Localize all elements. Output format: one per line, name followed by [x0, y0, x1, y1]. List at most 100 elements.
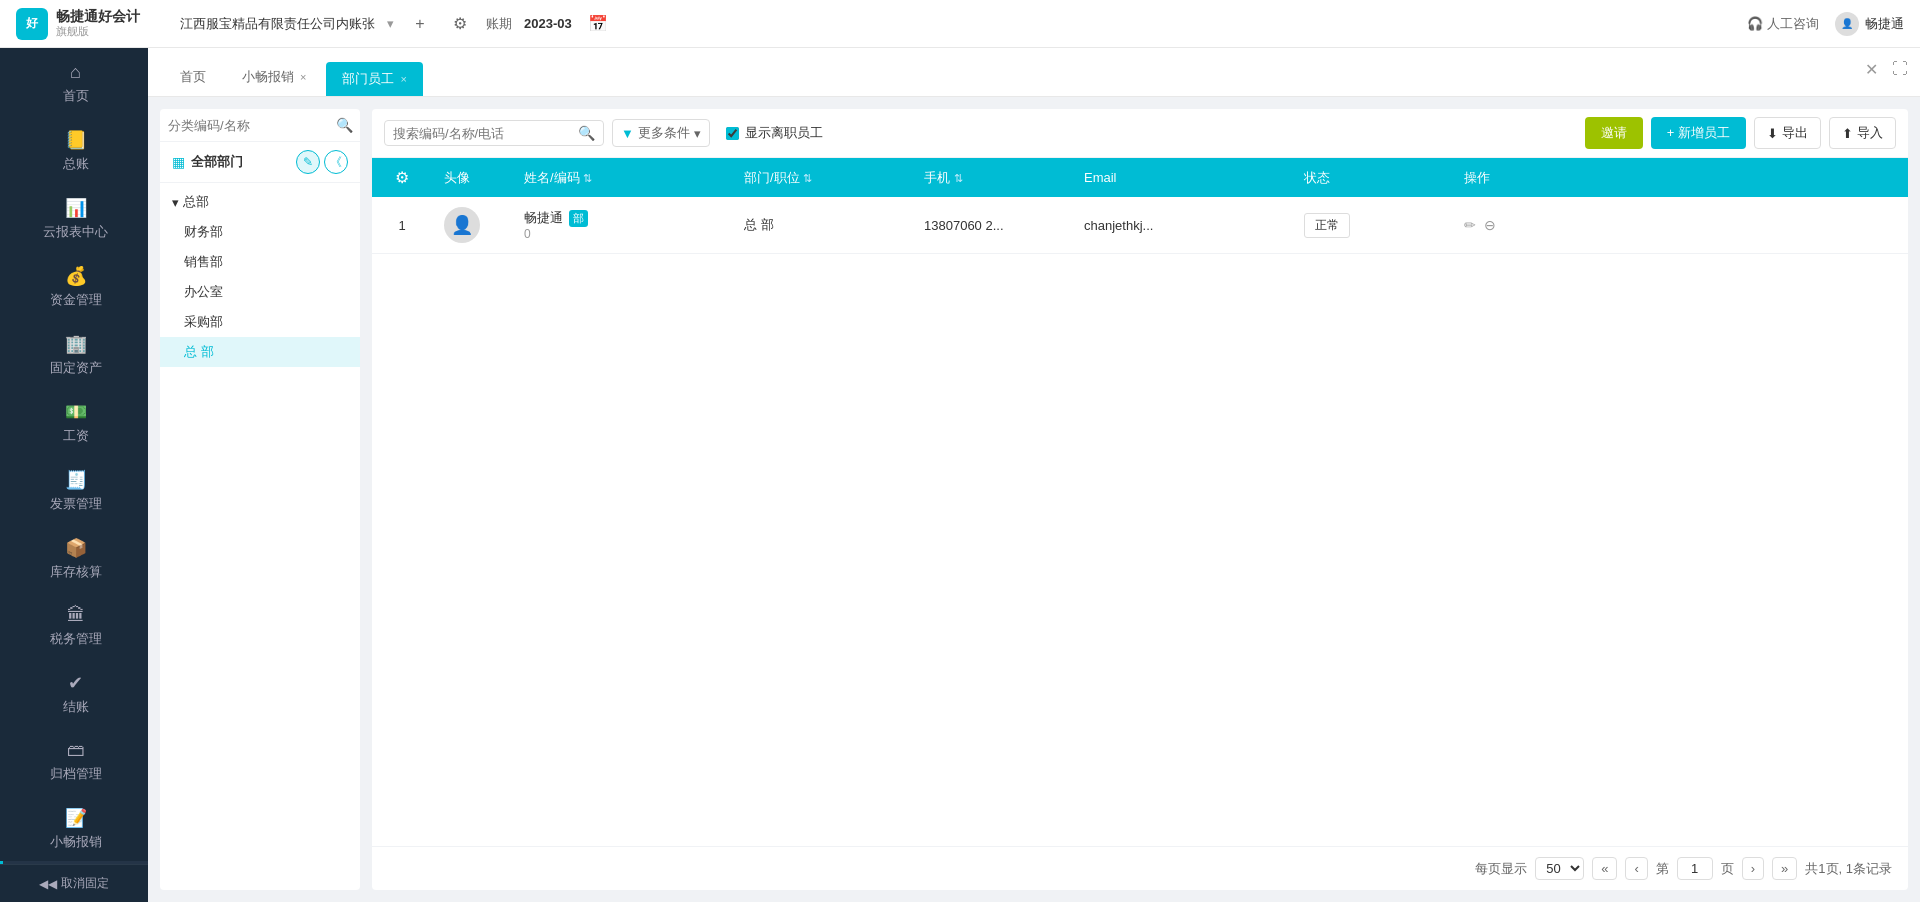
dept-node-sales[interactable]: 销售部 [160, 247, 360, 277]
prev-page-btn[interactable]: ‹ [1625, 857, 1647, 880]
unpin-sidebar-btn[interactable]: ◀◀ 取消固定 [0, 864, 148, 902]
dept-node-zongbu-parent[interactable]: ▾ 总部 [160, 187, 360, 217]
dept-search-input[interactable] [168, 118, 336, 133]
sidebar-label-payroll: 工资 [63, 427, 89, 445]
import-icon: ⬆ [1842, 126, 1853, 141]
company-name: 江西服宝精品有限责任公司内账张 [180, 15, 375, 33]
sidebar-item-home[interactable]: ⌂ 首页 [0, 48, 148, 115]
top-bar-center: 江西服宝精品有限责任公司内账张 ▾ + ⚙ 账期 2023-03 📅 [164, 10, 1747, 38]
calendar-icon[interactable]: 📅 [584, 10, 612, 38]
th-name[interactable]: 姓名/编码 ⇅ [512, 158, 732, 197]
action-icons: ✏ ⊖ [1464, 217, 1896, 233]
expand-content-btn[interactable]: ⛶ [1888, 56, 1912, 83]
sidebar-item-tax[interactable]: 🏛 税务管理 [0, 591, 148, 658]
sidebar-label-inventory: 库存核算 [50, 563, 102, 581]
tab-expense-close[interactable]: × [300, 71, 306, 83]
search-box: 🔍 [384, 120, 604, 146]
add-employee-btn[interactable]: + 新增员工 [1651, 117, 1746, 149]
sidebar-item-expense[interactable]: 📝 小畅报销 [0, 793, 148, 861]
headset-icon: 🎧 [1747, 16, 1763, 31]
add-dept-btn[interactable]: ✎ [296, 150, 320, 174]
archive-icon: 🗃 [67, 740, 85, 761]
sidebar-item-payroll[interactable]: 💵 工资 [0, 387, 148, 455]
page-input[interactable] [1677, 857, 1713, 880]
app-edition: 旗舰版 [56, 24, 140, 39]
payroll-icon: 💵 [65, 401, 87, 423]
export-icon: ⬇ [1767, 126, 1778, 141]
dept-search-icon[interactable]: 🔍 [336, 117, 353, 133]
first-page-btn[interactable]: « [1592, 857, 1617, 880]
dept-node-zongbu-active[interactable]: 总 部 [160, 337, 360, 367]
show-resigned-area: 显示离职员工 [726, 124, 823, 142]
user-avatar: 👤 [1835, 12, 1859, 36]
sidebar-item-general-ledger[interactable]: 📒 总账 [0, 115, 148, 183]
period-value: 2023-03 [524, 16, 572, 31]
employee-panel: 🔍 ▼ 更多条件 ▾ 显示离职员工 邀请 + 新增员工 [372, 109, 1908, 890]
tab-home[interactable]: 首页 [164, 60, 222, 96]
sidebar-item-fixed-assets[interactable]: 🏢 固定资产 [0, 319, 148, 387]
sidebar-label-ledger: 总账 [63, 155, 89, 173]
company-dropdown-icon[interactable]: ▾ [387, 16, 394, 31]
sidebar-item-fund[interactable]: 💰 资金管理 [0, 251, 148, 319]
dept-node-label-zongbu: 总 部 [184, 343, 214, 361]
page-label: 第 [1656, 860, 1669, 878]
export-label: 导出 [1782, 124, 1808, 142]
tab-dept-label: 部门员工 [342, 70, 394, 88]
dept-tree: ▾ 总部 财务部 销售部 办公室 采购部 [160, 183, 360, 890]
import-label: 导入 [1857, 124, 1883, 142]
edit-employee-icon[interactable]: ✏ [1464, 217, 1476, 233]
dept-node-finance[interactable]: 财务部 [160, 217, 360, 247]
pagination: 每页显示 50 « ‹ 第 页 › » 共1页, 1条记录 [372, 846, 1908, 890]
sidebar-item-close-account[interactable]: ✔ 结账 [0, 658, 148, 726]
settings-icon[interactable]: ⚙ [446, 10, 474, 38]
pin-label: 取消固定 [61, 875, 109, 892]
service-btn[interactable]: 🎧 人工咨询 [1747, 15, 1819, 33]
employee-avatar: 👤 [444, 207, 480, 243]
sidebar-item-cloud-report[interactable]: 📊 云报表中心 [0, 183, 148, 251]
remove-employee-icon[interactable]: ⊖ [1484, 217, 1496, 233]
close-account-icon: ✔ [68, 672, 83, 694]
per-page-select[interactable]: 50 [1535, 857, 1584, 880]
show-resigned-checkbox[interactable] [726, 127, 739, 140]
sidebar-item-archive[interactable]: 🗃 归档管理 [0, 726, 148, 793]
tab-dept-employee[interactable]: 部门员工 × [326, 62, 422, 96]
filter-more-btn[interactable]: ▼ 更多条件 ▾ [612, 119, 710, 147]
tab-dept-close[interactable]: × [400, 73, 406, 85]
sidebar-label-report: 云报表中心 [43, 223, 108, 241]
dept-node-label-sales: 销售部 [184, 253, 223, 271]
export-btn[interactable]: ⬇ 导出 [1754, 117, 1821, 149]
import-btn[interactable]: ⬆ 导入 [1829, 117, 1896, 149]
th-dept[interactable]: 部门/职位 ⇅ [732, 158, 912, 197]
last-page-btn[interactable]: » [1772, 857, 1797, 880]
cell-name: 畅捷通 部 0 [512, 197, 732, 254]
th-actions: 操作 [1452, 158, 1908, 197]
sidebar-item-inventory[interactable]: 📦 库存核算 [0, 523, 148, 591]
period-label: 账期 [486, 15, 512, 33]
toolbar-right: 邀请 + 新增员工 ⬇ 导出 ⬆ 导入 [1585, 117, 1896, 149]
sidebar-label-archive: 归档管理 [50, 765, 102, 783]
employee-search-icon[interactable]: 🔍 [578, 125, 595, 141]
collapse-dept-btn[interactable]: 《 [324, 150, 348, 174]
logo-area: 好 畅捷通好会计 旗舰版 [16, 8, 164, 40]
cell-avatar: 👤 [432, 197, 512, 254]
tab-expense[interactable]: 小畅报销 × [226, 60, 322, 96]
invite-btn[interactable]: 邀请 [1585, 117, 1643, 149]
user-area[interactable]: 👤 畅捷通 [1835, 12, 1904, 36]
name-badge-area: 畅捷通 部 [524, 209, 720, 227]
pin-icon: ◀◀ [39, 877, 57, 891]
dept-grid-icon: ▦ [172, 154, 185, 170]
dept-node-purchase[interactable]: 采购部 [160, 307, 360, 337]
dept-node-office[interactable]: 办公室 [160, 277, 360, 307]
add-company-btn[interactable]: + [406, 10, 434, 38]
cell-dept: 总 部 [732, 197, 912, 254]
report-icon: 📊 [65, 197, 87, 219]
logo-icon: 好 [16, 8, 48, 40]
employee-search-input[interactable] [393, 126, 572, 141]
table-settings-icon[interactable]: ⚙ [395, 169, 409, 186]
next-page-btn[interactable]: › [1742, 857, 1764, 880]
name-cell: 畅捷通 部 0 [524, 209, 720, 241]
close-content-btn[interactable]: ✕ [1861, 56, 1882, 83]
sidebar-item-invoice[interactable]: 🧾 发票管理 [0, 455, 148, 523]
th-dept-sort-icon: ⇅ [803, 172, 812, 184]
th-phone[interactable]: 手机 ⇅ [912, 158, 1072, 197]
